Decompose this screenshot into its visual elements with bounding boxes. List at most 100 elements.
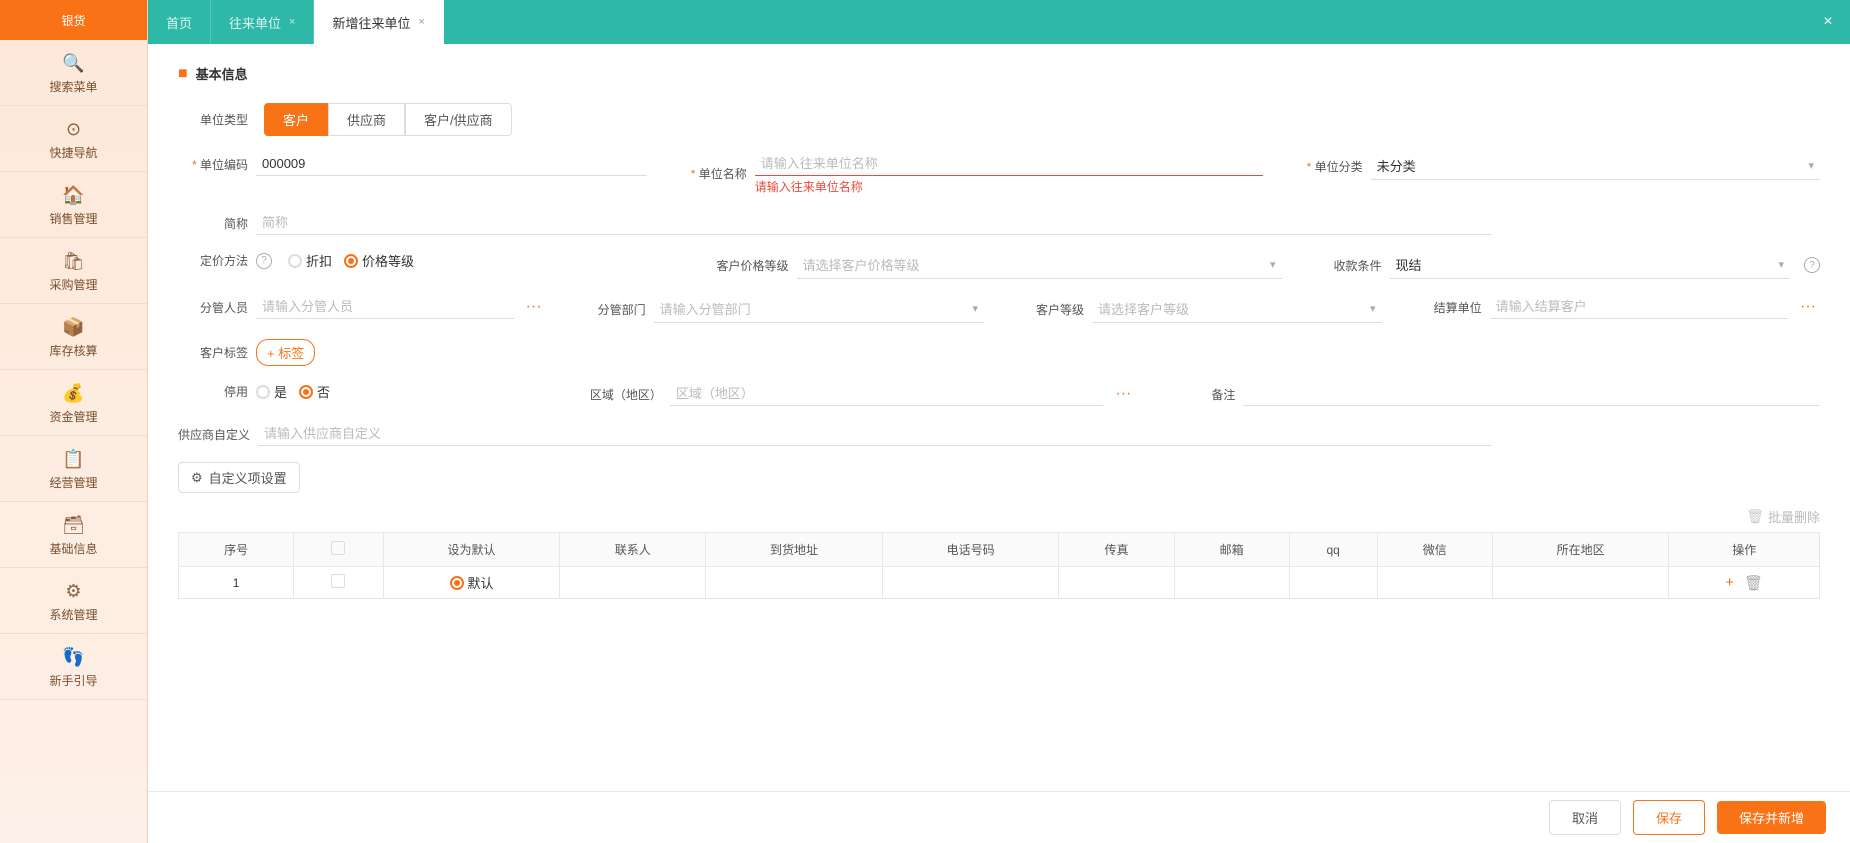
customer-level-select[interactable]: 请选择客户等级 ▾ bbox=[1092, 295, 1382, 323]
header-checkbox[interactable] bbox=[331, 541, 345, 555]
disable-radio-yes[interactable]: 是 bbox=[256, 382, 287, 401]
col-region: 所在地区 bbox=[1492, 533, 1669, 567]
tab-new-close[interactable]: × bbox=[418, 16, 424, 28]
col-qq: qq bbox=[1289, 533, 1377, 567]
row-default: 默认 bbox=[383, 567, 560, 599]
manager-row: 分管人员 ··· 分管部门 请输入分管部门 ▾ 客户等级 请选择客户等级 ▾ 结… bbox=[178, 295, 1820, 323]
pricing-method-field: 定价方法 ? 折扣 价格等级 bbox=[178, 251, 687, 270]
sidebar-item-label: 搜索菜单 bbox=[49, 78, 97, 95]
table-body: 1 默认 bbox=[179, 567, 1820, 599]
batch-delete-label[interactable]: 批量删除 bbox=[1768, 507, 1820, 526]
unit-btn-both[interactable]: 客户/供应商 bbox=[405, 103, 512, 136]
pricing-label: 定价方法 bbox=[178, 252, 248, 269]
department-select[interactable]: 请输入分管部门 ▾ bbox=[654, 295, 984, 323]
manager-dots-button[interactable]: ··· bbox=[522, 298, 546, 316]
department-field: 分管部门 请输入分管部门 ▾ bbox=[576, 295, 984, 323]
payment-help-icon[interactable]: ? bbox=[1804, 257, 1820, 273]
pricing-radio-level[interactable]: 价格等级 bbox=[344, 251, 414, 270]
tab-counterparty[interactable]: 往来单位 × bbox=[211, 0, 314, 44]
manager-label: 分管人员 bbox=[178, 299, 248, 316]
payment-terms-select[interactable]: 现结 ▾ bbox=[1390, 251, 1791, 279]
row-wechat[interactable] bbox=[1377, 567, 1492, 599]
customer-price-select[interactable]: 请选择客户价格等级 ▾ bbox=[797, 251, 1282, 279]
remark-input[interactable] bbox=[1243, 382, 1820, 406]
sidebar-item-purchase[interactable]: 🛍 采购管理 bbox=[0, 238, 147, 304]
col-address: 到货地址 bbox=[706, 533, 883, 567]
pricing-radio-discount[interactable]: 折扣 bbox=[288, 251, 332, 270]
manager-input[interactable] bbox=[256, 295, 514, 319]
sidebar-item-operations[interactable]: 📋 经营管理 bbox=[0, 436, 147, 502]
tag-field: 客户标签 + 标签 bbox=[178, 339, 1820, 366]
sidebar-item-finance[interactable]: 💰 资金管理 bbox=[0, 370, 147, 436]
payment-terms-label: 收款条件 bbox=[1312, 257, 1382, 274]
row-email[interactable] bbox=[1174, 567, 1289, 599]
sidebar-item-guide[interactable]: 👣 新手引导 bbox=[0, 634, 147, 700]
add-row-button[interactable]: + bbox=[1725, 574, 1734, 591]
row-checkbox-box[interactable] bbox=[331, 574, 345, 588]
row-qq[interactable] bbox=[1289, 567, 1377, 599]
sidebar: 银货 🔍 搜索菜单 ⊙ 快捷导航 🏠 销售管理 🛍 采购管理 📦 库存核算 💰 … bbox=[0, 0, 148, 843]
bottom-action-bar: 取消 保存 保存并新增 bbox=[148, 791, 1850, 843]
section-icon: ■ bbox=[178, 65, 188, 83]
chevron-down-icon: ▾ bbox=[1778, 258, 1784, 271]
row-contact[interactable] bbox=[560, 567, 706, 599]
disable-radio-no[interactable]: 否 bbox=[299, 382, 330, 401]
guide-icon: 👣 bbox=[63, 646, 85, 668]
sidebar-item-inventory[interactable]: 📦 库存核算 bbox=[0, 304, 147, 370]
row-address[interactable] bbox=[706, 567, 883, 599]
cancel-button[interactable]: 取消 bbox=[1549, 800, 1621, 835]
disable-radio-group: 是 否 bbox=[256, 382, 330, 401]
save-new-button[interactable]: 保存并新增 bbox=[1717, 801, 1826, 834]
unit-name-input[interactable] bbox=[755, 152, 1263, 176]
settlement-dots-button[interactable]: ··· bbox=[1796, 298, 1820, 316]
radio-discount-circle bbox=[288, 254, 302, 268]
col-contact: 联系人 bbox=[560, 533, 706, 567]
sidebar-item-system[interactable]: ⚙ 系统管理 bbox=[0, 568, 147, 634]
section-title-basic: ■ 基本信息 bbox=[178, 64, 1820, 83]
pricing-help-icon[interactable]: ? bbox=[256, 253, 272, 269]
unit-code-input[interactable] bbox=[256, 152, 647, 176]
unit-category-field: 单位分类 未分类 ▾ bbox=[1293, 152, 1820, 180]
region-dots-button[interactable]: ··· bbox=[1111, 385, 1135, 403]
unit-code-label: 单位编码 bbox=[178, 156, 248, 173]
settlement-input[interactable] bbox=[1490, 295, 1788, 319]
save-button[interactable]: 保存 bbox=[1633, 800, 1705, 835]
tab-home[interactable]: 首页 bbox=[148, 0, 211, 44]
row-phone[interactable] bbox=[882, 567, 1059, 599]
row-fax[interactable] bbox=[1059, 567, 1174, 599]
col-wechat: 微信 bbox=[1377, 533, 1492, 567]
tab-new-counterparty[interactable]: 新增往来单位 × bbox=[314, 0, 443, 44]
unit-type-row: 单位类型 客户 供应商 客户/供应商 bbox=[178, 103, 1820, 136]
ops-icon: 📋 bbox=[63, 448, 85, 470]
delete-row-button[interactable]: 🗑 bbox=[1744, 574, 1763, 592]
customer-price-label: 客户价格等级 bbox=[717, 257, 789, 274]
row-default-radio[interactable]: 默认 bbox=[394, 573, 550, 592]
col-default: 设为默认 bbox=[383, 533, 560, 567]
unit-btn-customer[interactable]: 客户 bbox=[264, 103, 328, 136]
unit-type-buttons: 客户 供应商 客户/供应商 bbox=[264, 103, 512, 136]
unit-category-select[interactable]: 未分类 ▾ bbox=[1371, 152, 1820, 180]
col-index: 序号 bbox=[179, 533, 294, 567]
unit-btn-supplier[interactable]: 供应商 bbox=[328, 103, 405, 136]
window-close-button[interactable]: × bbox=[1806, 0, 1850, 44]
add-tag-button[interactable]: + 标签 bbox=[256, 339, 315, 366]
sidebar-item-base[interactable]: 🗃 基础信息 bbox=[0, 502, 147, 568]
sidebar-item-quicknav[interactable]: ⊙ 快捷导航 bbox=[0, 106, 147, 172]
region-input[interactable] bbox=[670, 382, 1104, 406]
sidebar-item-search[interactable]: 🔍 搜索菜单 bbox=[0, 40, 147, 106]
supplier-custom-input[interactable] bbox=[258, 422, 1492, 446]
custom-settings-button[interactable]: ⚙ 自定义项设置 bbox=[178, 462, 300, 493]
sidebar-item-label: 新手引导 bbox=[49, 672, 97, 689]
col-phone: 电话号码 bbox=[882, 533, 1059, 567]
tab-counterparty-close[interactable]: × bbox=[289, 16, 295, 28]
chevron-down-icon: ▾ bbox=[1808, 159, 1814, 172]
chevron-down-icon: ▾ bbox=[1370, 302, 1376, 315]
base-icon: 🗃 bbox=[63, 514, 85, 536]
row-region[interactable] bbox=[1492, 567, 1669, 599]
contact-table: 序号 设为默认 联系人 到货地址 电话号码 传真 邮箱 qq 微信 所在地区 操… bbox=[178, 532, 1820, 599]
sidebar-item-sales[interactable]: 🏠 销售管理 bbox=[0, 172, 147, 238]
short-name-input[interactable] bbox=[256, 211, 1492, 235]
sidebar-item-label: 库存核算 bbox=[49, 342, 97, 359]
customer-level-label: 客户等级 bbox=[1014, 301, 1084, 318]
col-checkbox bbox=[294, 533, 384, 567]
